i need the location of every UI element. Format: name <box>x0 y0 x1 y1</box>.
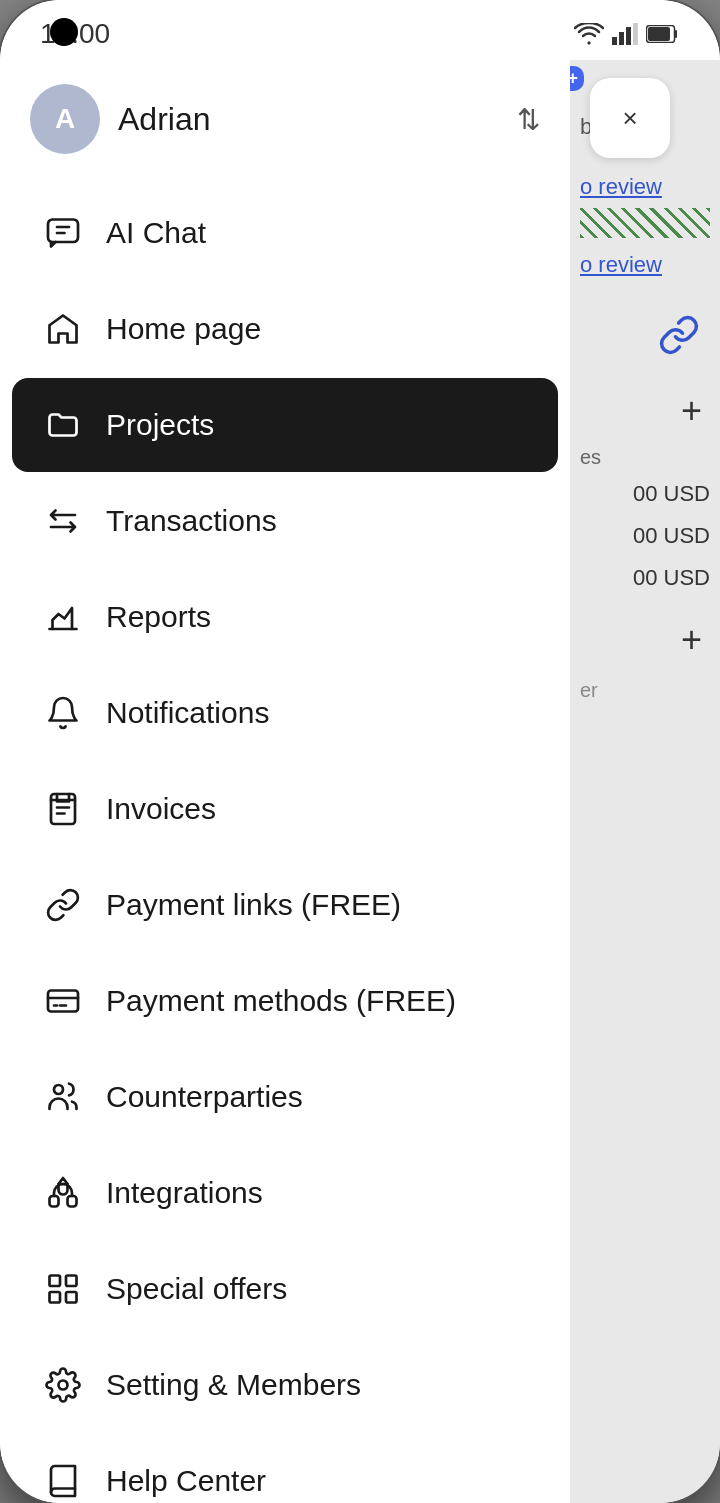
nav-label-transactions: Transactions <box>106 504 277 538</box>
invoices-icon <box>42 788 84 830</box>
svg-rect-15 <box>66 1292 77 1303</box>
review-link-2[interactable]: o review <box>580 252 662 277</box>
svg-rect-14 <box>50 1292 61 1303</box>
nav-label-notifications: Notifications <box>106 696 269 730</box>
book-icon <box>42 1460 84 1502</box>
signal-icon <box>612 23 638 45</box>
grid-icon <box>42 1268 84 1310</box>
phone-frame: 10:00 <box>0 0 720 1503</box>
user-header[interactable]: A Adrian ⇅ <box>0 60 570 184</box>
review-link-1[interactable]: o review <box>580 174 662 199</box>
bell-icon <box>42 692 84 734</box>
reports-icon <box>42 596 84 638</box>
svg-rect-12 <box>50 1276 61 1287</box>
right-panel-body: ber ▼ o review o review <box>570 94 720 730</box>
status-bar: 10:00 <box>0 0 720 60</box>
nav-label-help: Help Center <box>106 1464 266 1498</box>
nav-label-payment-methods: Payment methods (FREE) <box>106 984 456 1018</box>
svg-point-16 <box>59 1381 68 1390</box>
nav-label-integrations: Integrations <box>106 1176 263 1210</box>
nav-item-invoices[interactable]: Invoices <box>12 762 558 856</box>
nav-label-invoices: Invoices <box>106 792 216 826</box>
link-action-icon[interactable] <box>658 314 700 356</box>
amount-1: 00 USD <box>580 473 710 515</box>
nav-label-projects: Projects <box>106 408 214 442</box>
avatar: A <box>30 84 100 154</box>
nav-item-home[interactable]: Home page <box>12 282 558 376</box>
nav-item-notifications[interactable]: Notifications <box>12 666 558 760</box>
svg-rect-0 <box>612 37 617 45</box>
home-icon <box>42 308 84 350</box>
nav-item-integrations[interactable]: Integrations <box>12 1146 558 1240</box>
nav-label-payment-links: Payment links (FREE) <box>106 888 401 922</box>
nav-item-help[interactable]: Help Center <box>12 1434 558 1503</box>
svg-rect-10 <box>50 1196 59 1207</box>
svg-rect-13 <box>66 1276 77 1287</box>
svg-point-9 <box>54 1085 63 1094</box>
svg-rect-8 <box>48 991 78 1012</box>
amount-2: 00 USD <box>580 515 710 557</box>
amount-label-1: es <box>580 442 710 473</box>
nav-item-special-offers[interactable]: Special offers <box>12 1242 558 1336</box>
svg-rect-7 <box>51 794 75 824</box>
nav-item-payment-links[interactable]: Payment links (FREE) <box>12 858 558 952</box>
svg-rect-5 <box>648 27 670 41</box>
gear-icon <box>42 1364 84 1406</box>
amount-3: 00 USD <box>580 557 710 599</box>
svg-rect-1 <box>619 32 624 45</box>
phone-screen: 10:00 <box>0 0 720 1503</box>
nav-item-payment-methods[interactable]: Payment methods (FREE) <box>12 954 558 1048</box>
user-name: Adrian <box>118 101 211 138</box>
nav-label-counterparties: Counterparties <box>106 1080 303 1114</box>
wifi-icon <box>574 23 604 45</box>
chat-icon <box>42 212 84 254</box>
nav-item-transactions[interactable]: Transactions <box>12 474 558 568</box>
nav-label-reports: Reports <box>106 600 211 634</box>
right-panel: × 99+ ber ▼ o review <box>570 60 720 1503</box>
close-icon: × <box>622 103 637 134</box>
user-info: A Adrian <box>30 84 211 154</box>
svg-rect-2 <box>626 27 631 45</box>
svg-rect-6 <box>48 220 78 243</box>
nav-label-home: Home page <box>106 312 261 346</box>
notification-badge: 99+ <box>570 66 584 91</box>
nav-item-counterparties[interactable]: Counterparties <box>12 1050 558 1144</box>
account-switcher-icon[interactable]: ⇅ <box>517 103 540 136</box>
card-icon <box>42 980 84 1022</box>
svg-rect-3 <box>633 23 638 45</box>
nav-label-special-offers: Special offers <box>106 1272 287 1306</box>
strikethrough-area <box>580 208 710 238</box>
add-button-1[interactable]: + <box>580 380 710 442</box>
add-button-2[interactable]: + <box>580 609 710 671</box>
nav-label-ai-chat: AI Chat <box>106 216 206 250</box>
camera-notch <box>50 18 78 46</box>
nav-item-ai-chat[interactable]: AI Chat <box>12 186 558 280</box>
svg-rect-11 <box>68 1196 77 1207</box>
integrations-icon <box>42 1172 84 1214</box>
transactions-icon <box>42 500 84 542</box>
status-icons <box>574 23 680 45</box>
battery-icon <box>646 25 680 43</box>
folder-icon <box>42 404 84 446</box>
navigation-drawer: A Adrian ⇅ AI Chat <box>0 60 570 1503</box>
er-label: er <box>580 671 710 710</box>
nav-item-projects[interactable]: Projects <box>12 378 558 472</box>
nav-label-settings: Setting & Members <box>106 1368 361 1402</box>
nav-item-settings[interactable]: Setting & Members <box>12 1338 558 1432</box>
close-button[interactable]: × <box>590 78 670 158</box>
nav-item-reports[interactable]: Reports <box>12 570 558 664</box>
screen-content: A Adrian ⇅ AI Chat <box>0 60 720 1503</box>
people-icon <box>42 1076 84 1118</box>
link-icon <box>42 884 84 926</box>
